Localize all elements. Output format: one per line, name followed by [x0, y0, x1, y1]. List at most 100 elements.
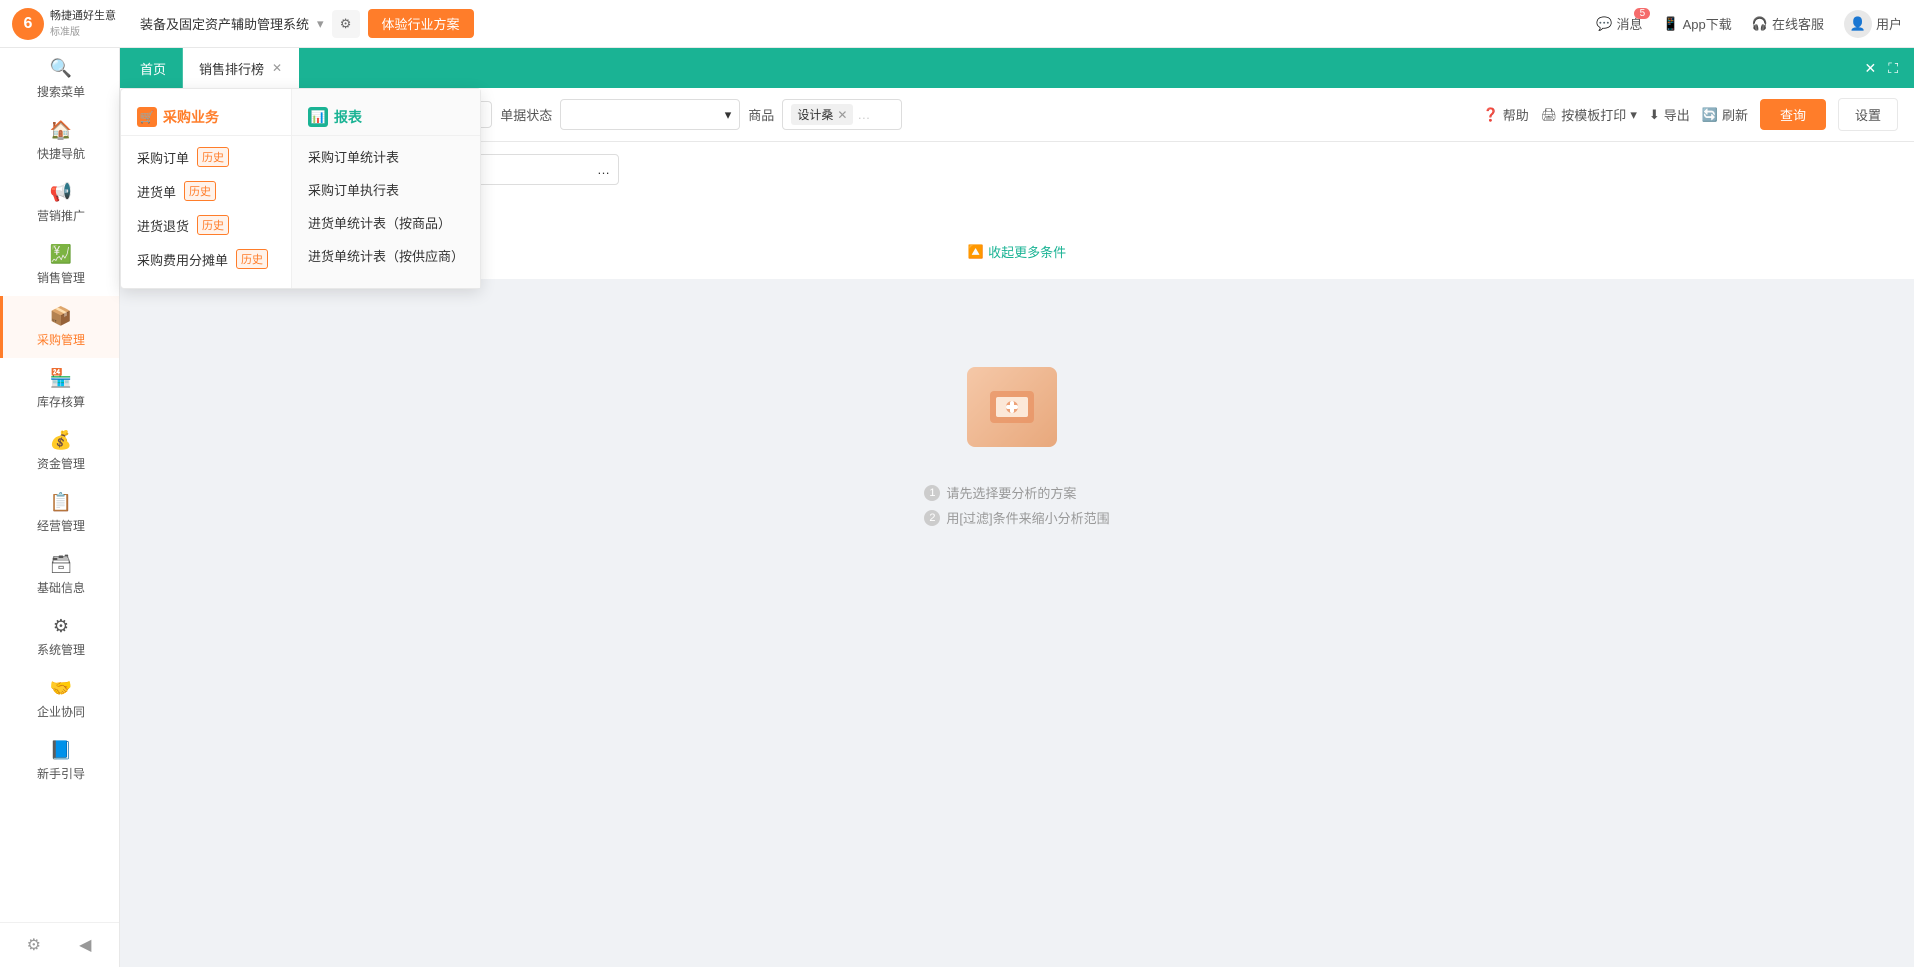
top-header: 6 畅捷通好生意 标准版 装备及固定资产辅助管理系统 ▾ ⚙ 体验行业方案 💬 …	[0, 0, 1914, 48]
refresh-icon: 🔄	[1702, 107, 1718, 123]
sidebar-item-marketing[interactable]: 📢 营销推广	[0, 172, 119, 234]
empty-tip-2-text: 用[过滤]条件来缩小分析范围	[946, 508, 1109, 527]
sidebar-item-ops[interactable]: 📋 经营管理	[0, 482, 119, 544]
dropdown-item-purchase-order-stat[interactable]: 采购订单统计表	[292, 140, 480, 173]
empty-tips: 1 请先选择要分析的方案 2 用[过滤]条件来缩小分析范围	[924, 483, 1109, 533]
sidebar-collapse-btn[interactable]: ◀	[64, 935, 108, 955]
sidebar-item-newbie[interactable]: 📘 新手引导	[0, 730, 119, 792]
salesman-more-dots: …	[597, 162, 610, 177]
tabs-controls: ✕ ⛶	[1860, 56, 1910, 81]
sys-dropdown-icon[interactable]: ▾	[317, 16, 324, 32]
sidebar-item-sales[interactable]: 💹 销售管理	[0, 234, 119, 296]
dropdown-item-stock-in-stat-supplier[interactable]: 进货单统计表（按供应商）	[292, 239, 480, 272]
stock-return-label: 进货退货	[137, 216, 189, 235]
dropdown-item-stock-in[interactable]: 进货单 历史	[121, 174, 291, 208]
sidebar-label-quick: 快捷导航	[37, 145, 85, 162]
goods-filter-input[interactable]: 设计桑 ✕ …	[782, 99, 902, 130]
empty-illustration	[967, 367, 1057, 447]
dropdown-col-report: 📊 报表 采购订单统计表 采购订单执行表 进货单统计表（按商品） 进货单统计表（…	[291, 89, 480, 288]
sidebar-item-stock[interactable]: 🏪 库存核算	[0, 358, 119, 420]
hist-badge-4: 历史	[236, 249, 268, 269]
sidebar-label-purchase: 采购管理	[37, 331, 85, 348]
sidebar-item-purchase[interactable]: 📦 采购管理	[0, 296, 119, 358]
stock-in-label: 进货单	[137, 182, 176, 201]
empty-svg	[982, 377, 1042, 437]
purchase-dropdown-menu: 🛒 采购业务 采购订单 历史 进货单 历史 进货退货 历史 采购费用分摊单 历史…	[120, 88, 481, 289]
ops-icon: 📋	[50, 492, 72, 513]
doc-status-select[interactable]: ▾	[560, 99, 740, 130]
print-btn[interactable]: 🖨 按模板打印 ▾	[1541, 105, 1637, 124]
refresh-btn[interactable]: 🔄 刷新	[1702, 105, 1748, 124]
export-btn[interactable]: ⬇ 导出	[1649, 105, 1690, 124]
sidebar-label-ops: 经营管理	[37, 517, 85, 534]
print-icon: 🖨	[1541, 107, 1558, 123]
sidebar-item-capital[interactable]: 💰 资金管理	[0, 420, 119, 482]
search-icon: 🔍	[50, 58, 72, 79]
dropdown-item-purchase-order-exec[interactable]: 采购订单执行表	[292, 173, 480, 206]
base-icon: 🗃	[50, 554, 73, 575]
gear-button[interactable]: ⚙	[332, 10, 360, 38]
mobile-icon: 📱	[1662, 16, 1678, 32]
tab-close-icon[interactable]: ✕	[272, 61, 282, 75]
purchase-order-label: 采购订单	[137, 148, 189, 167]
sidebar-item-quick[interactable]: 🏠 快捷导航	[0, 110, 119, 172]
empty-icon-area	[967, 367, 1067, 467]
industry-btn[interactable]: 体验行业方案	[368, 9, 474, 38]
sidebar-item-search[interactable]: 🔍 搜索菜单	[0, 48, 119, 110]
user-avatar: 👤	[1844, 10, 1872, 38]
sidebar-item-sys[interactable]: ⚙ 系统管理	[0, 606, 119, 668]
dropdown-item-purchase-order[interactable]: 采购订单 历史	[121, 140, 291, 174]
empty-tip-2: 2 用[过滤]条件来缩小分析范围	[924, 508, 1109, 527]
tab-home-label: 首页	[140, 59, 166, 78]
tab-close-page-btn[interactable]: ✕	[1860, 56, 1880, 81]
header-mid: 装备及固定资产辅助管理系统 ▾ ⚙ 体验行业方案	[132, 9, 1596, 38]
sidebar-label-stock: 库存核算	[37, 393, 85, 410]
sidebar-settings-btn[interactable]: ⚙	[12, 935, 56, 955]
goods-tag-close[interactable]: ✕	[837, 108, 847, 122]
step-num-2: 2	[924, 510, 940, 526]
sys-icon: ⚙	[53, 616, 69, 637]
report-col-icon: 📊	[308, 107, 328, 127]
tab-maximize-btn[interactable]: ⛶	[1884, 56, 1902, 81]
app-download-btn[interactable]: 📱 App下载	[1662, 14, 1731, 33]
sidebar: 🔍 搜索菜单 🏠 快捷导航 📢 营销推广 💹 销售管理 📦 采购管理 🏪 库存核…	[0, 48, 120, 967]
purchase-col-icon: 🛒	[137, 107, 157, 127]
print-dropdown-icon: ▾	[1630, 107, 1637, 123]
sys-title: 装备及固定资产辅助管理系统	[140, 14, 309, 33]
user-btn[interactable]: 👤 用户	[1844, 10, 1902, 38]
query-button[interactable]: 查询	[1760, 99, 1826, 130]
dropdown-col1-title: 采购业务	[163, 107, 219, 127]
purchase-order-stat-label: 采购订单统计表	[308, 147, 399, 166]
marketing-icon: 📢	[50, 182, 72, 203]
sales-icon: 💹	[50, 244, 72, 265]
sidebar-item-coop[interactable]: 🤝 企业协同	[0, 668, 119, 730]
sidebar-bottom: ⚙ ◀	[0, 922, 119, 967]
home-icon: 🏠	[50, 120, 72, 141]
dropdown-item-purchase-fee[interactable]: 采购费用分摊单 历史	[121, 242, 291, 276]
dropdown-col1-header: 🛒 采购业务	[121, 101, 291, 136]
empty-tip-1-text: 请先选择要分析的方案	[946, 483, 1076, 502]
doc-status-dropdown-icon: ▾	[725, 107, 732, 123]
help-icon: ❓	[1483, 107, 1499, 123]
stock-in-stat-supplier-label: 进货单统计表（按供应商）	[308, 246, 464, 265]
dropdown-item-stock-in-stat-goods[interactable]: 进货单统计表（按商品）	[292, 206, 480, 239]
tab-sales-rank[interactable]: 销售排行榜 ✕	[183, 48, 299, 88]
message-btn[interactable]: 💬 消息 5	[1596, 14, 1642, 33]
newbie-icon: 📘	[50, 740, 72, 761]
online-service-btn[interactable]: 🎧 在线客服	[1752, 14, 1824, 33]
dropdown-item-stock-return[interactable]: 进货退货 历史	[121, 208, 291, 242]
message-badge: 5	[1634, 8, 1650, 19]
purchase-order-exec-label: 采购订单执行表	[308, 180, 399, 199]
logo-area: 6 畅捷通好生意 标准版	[12, 8, 132, 40]
stock-icon: 🏪	[50, 368, 72, 389]
capital-icon: 💰	[50, 430, 72, 451]
tab-sales-rank-label: 销售排行榜	[199, 59, 264, 78]
help-btn[interactable]: ❓ 帮助	[1483, 105, 1529, 124]
tab-home[interactable]: 首页	[124, 48, 183, 88]
sidebar-item-base[interactable]: 🗃 基础信息	[0, 544, 119, 606]
goods-tag: 设计桑 ✕	[791, 104, 853, 125]
toolbar-right: ❓ 帮助 🖨 按模板打印 ▾ ⬇ 导出 🔄 刷新 查询 设置	[1483, 98, 1898, 131]
setting-button[interactable]: 设置	[1838, 98, 1898, 131]
sidebar-label-search: 搜索菜单	[37, 83, 85, 100]
dropdown-col2-title: 报表	[334, 107, 362, 127]
